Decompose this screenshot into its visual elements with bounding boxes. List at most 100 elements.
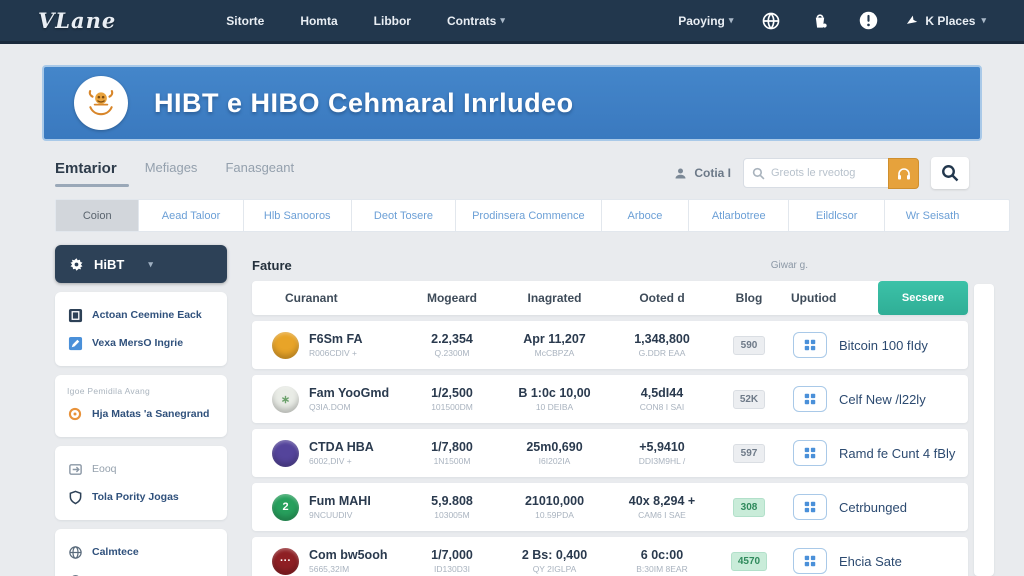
sidebar: HiBT ▾ Actoan Ceemine Eack Vexa MersO In… — [55, 245, 227, 576]
search-input[interactable] — [771, 167, 884, 179]
asset-sub: R006CDIV + — [309, 348, 357, 358]
column-header-curanant[interactable]: Curanant — [252, 291, 402, 305]
chevron-down-icon: ▾ — [500, 15, 505, 25]
table-title: Fature — [252, 258, 292, 273]
nav-link-homta[interactable]: Homta — [300, 14, 337, 28]
search-icon — [942, 165, 959, 182]
info-icon[interactable] — [857, 9, 880, 32]
sidebar-card-4: Calmtece Cotnonce Oreliug Coogle Prratio… — [55, 529, 227, 576]
tag-cell — [781, 386, 839, 412]
globe-icon — [67, 544, 83, 560]
chevron-down-icon: ▾ — [148, 258, 153, 269]
pill-deot-tosere[interactable]: Deot Tosere — [352, 200, 457, 231]
pill-wr-seisath[interactable]: Wr Seisath — [885, 200, 980, 231]
globe-icon[interactable] — [759, 9, 782, 32]
tag-cell — [781, 494, 839, 520]
asset-sub: 5665,32IM — [309, 564, 350, 574]
badge-cell: 597 — [717, 443, 781, 463]
asset-sub: 9NCUUDIV — [309, 510, 353, 520]
sidebar-item-vexa[interactable]: Vexa MersO Ingrie — [67, 329, 215, 357]
row-tag-icon[interactable] — [793, 494, 827, 520]
export-icon — [67, 461, 83, 477]
places-menu[interactable]: K Places ▾ — [906, 14, 986, 28]
pill-atlarbotree[interactable]: Atlarbotree — [689, 200, 790, 231]
bag-icon[interactable] — [808, 9, 831, 32]
target-icon — [67, 406, 83, 422]
asset-cell: 2 Fum MAHI 9NCUUDIV — [252, 493, 402, 521]
value-cell: 5,9.808 103005M — [431, 494, 473, 520]
table-row[interactable]: CTDA HBA 6002,DIV + 1/7,800 1N1500M 25m0,6… — [252, 429, 968, 477]
sidebar-item-tola-pority[interactable]: Tola Pority Jogas — [67, 483, 215, 511]
sidebar-item-cotnonce[interactable]: Cotnonce — [67, 566, 215, 576]
asset-name: CTDA HBA — [309, 440, 374, 454]
nav-right: Paoying ▾ K Places ▾ — [678, 9, 986, 32]
pill-prodinsera-commence[interactable]: Prodinsera Commence — [456, 200, 602, 231]
section-tabs: Emtarior Mefiages Fanasgeant — [55, 160, 294, 187]
top-navbar: VLane Sitorte Homta Libbor Contrats ▾ Pao… — [0, 0, 1024, 44]
sidebar-heading: Igoe Pemidila Avang — [67, 386, 151, 396]
search-button[interactable] — [931, 157, 969, 189]
tab-mefiages[interactable]: Mefiages — [145, 160, 198, 185]
search-icon — [752, 167, 765, 180]
row-tag-icon[interactable] — [793, 440, 827, 466]
sidebar-item-calmtece[interactable]: Calmtece — [67, 538, 215, 566]
nav-link-paoying[interactable]: Paoying ▾ — [678, 14, 733, 28]
row-label: Cetrbunged — [839, 499, 907, 515]
tab-emtarior[interactable]: Emtarior — [55, 160, 129, 187]
headset-icon — [67, 572, 83, 576]
nav-link-contrats[interactable]: Contrats ▾ — [447, 14, 505, 28]
asset-name: Fum MAHI — [309, 494, 371, 508]
table-meta: Giwar g. — [770, 260, 808, 271]
app-switcher-button[interactable]: HiBT ▾ — [55, 245, 227, 283]
column-header-mogeard[interactable]: Mogeard — [402, 291, 502, 305]
tab-fanasgeant[interactable]: Fanasgeant — [225, 160, 294, 185]
value-cell: 1/7,800 1N1500M — [431, 440, 473, 466]
sidebar-item-eooq[interactable]: Eooq — [67, 455, 215, 483]
asset-name: Fam YooGmd — [309, 386, 390, 400]
column-header-blog[interactable]: Blog — [717, 291, 781, 305]
compose-icon — [67, 335, 83, 351]
pill-coion[interactable]: Coion — [56, 200, 140, 231]
sidebar-item-actoan[interactable]: Actoan Ceemine Eack — [67, 301, 215, 329]
row-tag-icon[interactable] — [793, 386, 827, 412]
chevron-down-icon: ▾ — [728, 15, 734, 25]
table-row[interactable]: ··· Com bw5ooh 5665,32IM 1/7,000 ID130D3I … — [252, 537, 968, 576]
column-header-inagrated[interactable]: Inagrated — [502, 291, 607, 305]
coin-icon: ··· — [272, 547, 299, 575]
value-cell: +5,9410 DDI3M9HL / — [638, 440, 686, 466]
category-segment-bar: Coion Aead Taloor Hlb Sanooros Deot Tose… — [55, 199, 1010, 232]
nav-link-sitorte[interactable]: Sitorte — [226, 14, 264, 28]
hero-banner: HIBT e HIBO Cehmaral Inrludeo — [42, 65, 982, 141]
mascot-badge-icon — [74, 76, 128, 130]
support-chat-button[interactable] — [888, 158, 919, 189]
pill-hlb-sanooros[interactable]: Hlb Sanooros — [244, 200, 352, 231]
table-row[interactable]: ∗ Fam YooGmd Q3IA.DOM 1/2,500 101500DM B 1… — [252, 375, 968, 423]
secsere-button[interactable]: Secsere — [878, 281, 968, 315]
pill-eildlcsor[interactable]: Eildlcsor — [789, 200, 886, 231]
sidebar-item-hja-matas[interactable]: Hja Matas 'a Sanegrand — [67, 400, 215, 428]
status-badge: 4570 — [730, 552, 768, 571]
row-tag-icon[interactable] — [793, 548, 827, 574]
chevron-down-icon: ▾ — [981, 15, 986, 25]
nav-links: Sitorte Homta Libbor Contrats ▾ — [226, 14, 505, 28]
shield-icon — [67, 489, 83, 505]
table-topline: Fature Giwar g. — [252, 258, 968, 273]
sidebar-card-3: Eooq Tola Pority Jogas — [55, 446, 227, 520]
toolbar: Emtarior Mefiages Fanasgeant Cotia I — [55, 155, 969, 191]
scrollbar[interactable] — [974, 284, 994, 576]
table-row[interactable]: F6Sm FA R006CDIV + 2.2,354 Q.2300M Apr 11,… — [252, 321, 968, 369]
sidebar-card-2: Igoe Pemidila Avang Hja Matas 'a Sanegra… — [55, 375, 227, 437]
row-label: Ramd fe Cunt 4 fBly — [839, 445, 956, 461]
row-tag-icon[interactable] — [793, 332, 827, 358]
pill-arboce[interactable]: Arboce — [602, 200, 690, 231]
column-header-ooted[interactable]: Ooted d — [607, 291, 717, 305]
account-menu[interactable]: Cotia I — [673, 166, 731, 181]
nav-link-libbor[interactable]: Libbor — [374, 14, 411, 28]
tag-cell — [781, 332, 839, 358]
badge-cell: 308 — [717, 497, 781, 517]
pill-aead-taloor[interactable]: Aead Taloor — [139, 200, 244, 231]
brand-logo[interactable]: VLane — [38, 8, 116, 33]
table-row[interactable]: 2 Fum MAHI 9NCUUDIV 5,9.808 103005M 21010,… — [252, 483, 968, 531]
asset-name: F6Sm FA — [309, 332, 363, 346]
value-cell: B 1:0c 10,00 10 DEIBA — [518, 386, 591, 412]
